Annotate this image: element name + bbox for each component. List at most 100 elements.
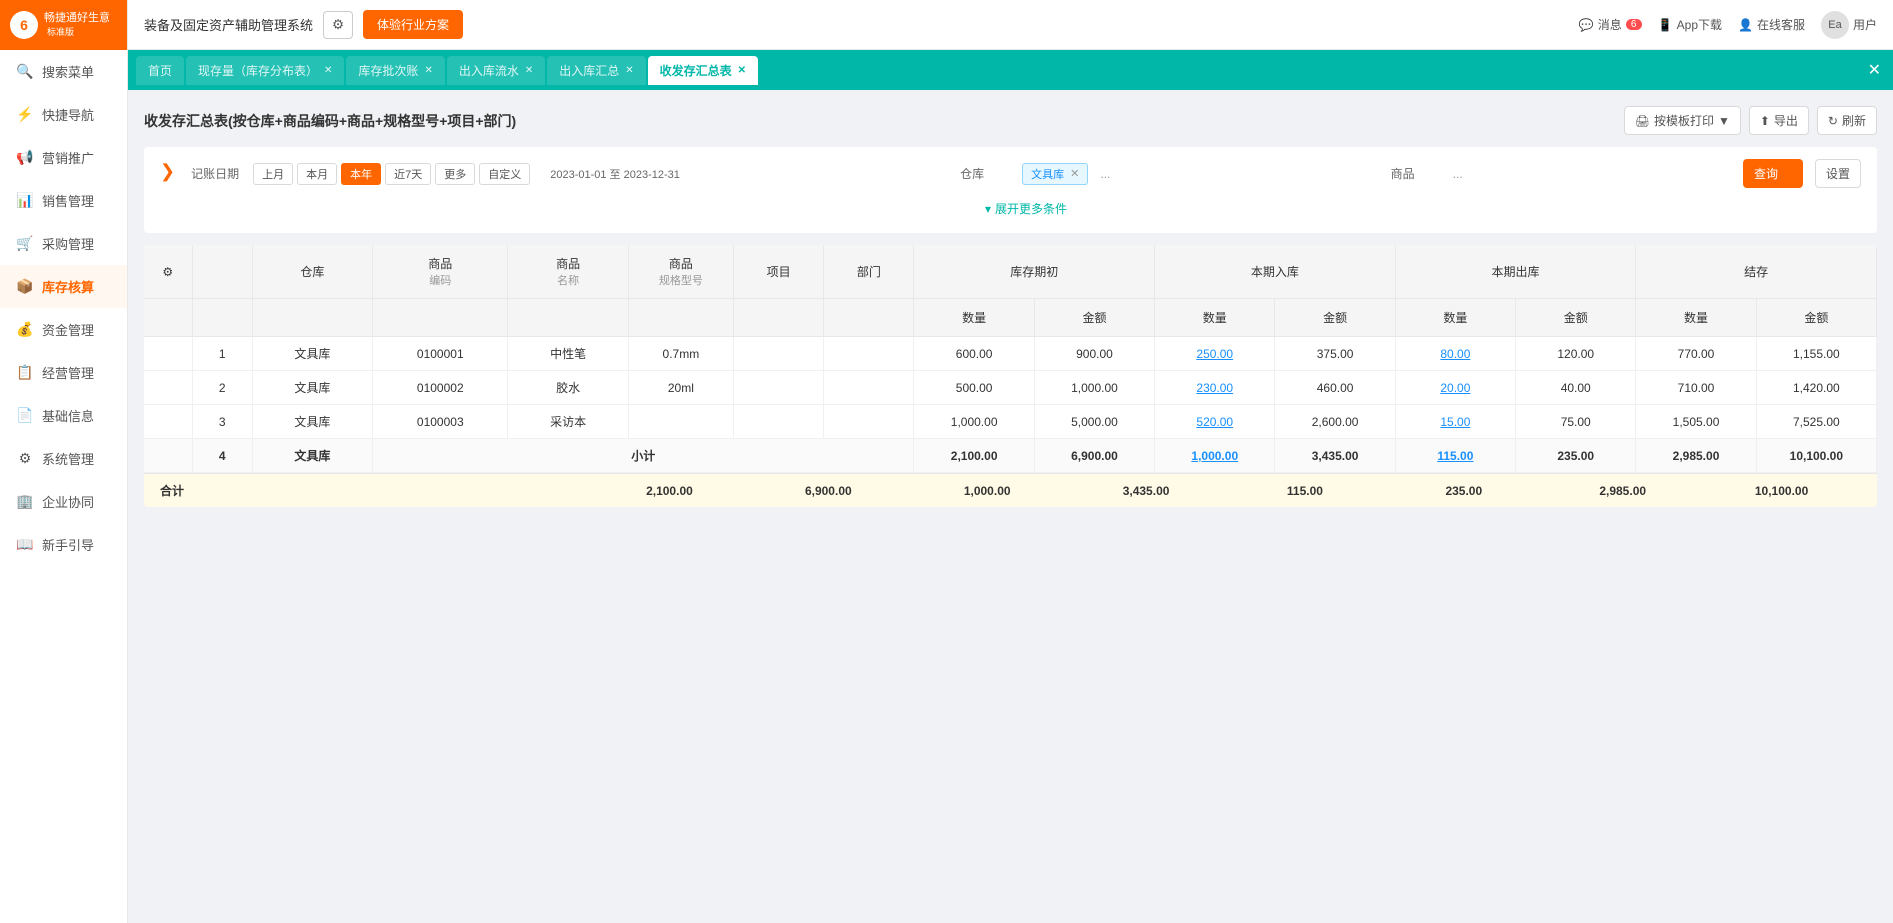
export-button[interactable]: ⬆ 导出	[1749, 106, 1809, 135]
refresh-button[interactable]: ↻ 刷新	[1817, 106, 1877, 135]
tab-inout-flow[interactable]: 出入库流水 ✕	[447, 56, 545, 85]
row-in-qty[interactable]: 230.00	[1155, 371, 1275, 405]
date-btn-last-month[interactable]: 上月	[253, 163, 293, 185]
tab-active-close-icon[interactable]: ✕	[738, 65, 746, 76]
sidebar-item-guide[interactable]: 📖 新手引导	[0, 523, 127, 566]
settings-gear-button[interactable]: ⚙	[323, 11, 353, 39]
col-sub-spec	[628, 299, 733, 337]
sidebar-item-system[interactable]: ⚙ 系统管理	[0, 437, 127, 480]
export-icon: ⬆	[1760, 114, 1770, 128]
subtotal-out-amount: 235.00	[1516, 439, 1636, 473]
sidebar-item-inventory[interactable]: 📦 库存核算	[0, 265, 127, 308]
row-out-amount: 40.00	[1516, 371, 1636, 405]
sidebar-item-label: 资金管理	[42, 320, 94, 339]
tab-inventory-dist-label: 现存量（库存分布表）	[198, 62, 318, 79]
total-label: 合计	[160, 482, 590, 499]
sidebar-item-sales[interactable]: 📊 销售管理	[0, 179, 127, 222]
col-sub-dept	[824, 299, 914, 337]
warehouse-tag-text: 文具库	[1031, 166, 1064, 182]
demo-button[interactable]: 体验行业方案	[363, 10, 463, 39]
enterprise-icon: 🏢	[16, 493, 34, 510]
row-out-qty[interactable]: 15.00	[1395, 405, 1515, 439]
sidebar-item-label: 新手引导	[42, 535, 94, 554]
avatar: Ea	[1821, 11, 1849, 39]
online-service-button[interactable]: 👤 在线客服	[1738, 16, 1805, 33]
col-out-amount-th: 金额	[1516, 299, 1636, 337]
sidebar-item-quick-nav[interactable]: ⚡ 快捷导航	[0, 93, 127, 136]
expand-label: 展开更多条件	[995, 200, 1067, 217]
row-in-qty[interactable]: 250.00	[1155, 337, 1275, 371]
tab-inventory-dist[interactable]: 现存量（库存分布表） ✕	[186, 56, 344, 85]
tab-close-icon[interactable]: ✕	[424, 65, 432, 76]
col-opening-qty-th: 数量	[914, 299, 1034, 337]
warehouse-tag-close[interactable]: ✕	[1070, 167, 1079, 180]
row-settings	[144, 371, 192, 405]
tab-close-icon[interactable]: ✕	[324, 65, 332, 76]
print-button[interactable]: 🖨 按模板打印 ▼	[1624, 106, 1741, 135]
row-in-amount: 460.00	[1275, 371, 1395, 405]
date-btn-this-year[interactable]: 本年	[341, 163, 381, 185]
sidebar-item-operation[interactable]: 📋 经营管理	[0, 351, 127, 394]
goods-ellipsis[interactable]: ...	[1453, 167, 1463, 181]
subtotal-in-qty[interactable]: 1,000.00	[1155, 439, 1275, 473]
col-name-th: 商品名称	[508, 245, 628, 299]
col-sub-settings	[144, 299, 192, 337]
col-out-th: 本期出库	[1395, 245, 1636, 299]
date-btn-this-month[interactable]: 本月	[297, 163, 337, 185]
sidebar-item-search[interactable]: 🔍 搜索菜单	[0, 50, 127, 93]
col-sub-project	[734, 299, 824, 337]
row-in-amount: 375.00	[1275, 337, 1395, 371]
table-row: 2 文具库 0100002 胶水 20ml 500.00 1,000.00 23…	[144, 371, 1877, 405]
row-in-qty[interactable]: 520.00	[1155, 405, 1275, 439]
sidebar-item-finance[interactable]: 💰 资金管理	[0, 308, 127, 351]
message-label: 消息	[1598, 16, 1622, 33]
top-bar-left: 装备及固定资产辅助管理系统 ⚙ 体验行业方案	[144, 10, 463, 39]
total-in-qty: 1,000.00	[908, 484, 1067, 498]
sidebar-item-marketing[interactable]: 📢 营销推广	[0, 136, 127, 179]
warehouse-filter-label: 仓库	[960, 165, 1010, 182]
row-name: 采访本	[508, 405, 628, 439]
row-project	[734, 371, 824, 405]
row-out-qty[interactable]: 80.00	[1395, 337, 1515, 371]
tabbar-close-icon[interactable]: ✕	[1868, 60, 1881, 80]
table-settings-button[interactable]: 设置	[1815, 159, 1861, 188]
query-button[interactable]: 查询	[1743, 159, 1803, 188]
sidebar-item-basic[interactable]: 📄 基础信息	[0, 394, 127, 437]
message-button[interactable]: 💬 消息 6	[1579, 16, 1642, 33]
row-code: 0100002	[373, 371, 508, 405]
col-num-th	[192, 245, 252, 299]
marketing-icon: 📢	[16, 149, 34, 166]
top-bar: 装备及固定资产辅助管理系统 ⚙ 体验行业方案 💬 消息 6 📱 App下载 👤 …	[128, 0, 1893, 50]
tab-home[interactable]: 首页	[136, 56, 184, 85]
warehouse-ellipsis[interactable]: ...	[1100, 167, 1110, 181]
sidebar-item-purchase[interactable]: 🛒 采购管理	[0, 222, 127, 265]
sidebar-item-enterprise[interactable]: 🏢 企业协同	[0, 480, 127, 523]
row-spec	[628, 405, 733, 439]
tab-close-icon[interactable]: ✕	[525, 65, 533, 76]
user-label: 用户	[1853, 16, 1877, 33]
app-download-button[interactable]: 📱 App下载	[1658, 16, 1722, 33]
tab-inout-summary[interactable]: 出入库汇总 ✕	[547, 56, 645, 85]
tab-close-icon[interactable]: ✕	[625, 65, 633, 76]
row-opening-qty: 600.00	[914, 337, 1034, 371]
date-btn-more[interactable]: 更多	[435, 163, 475, 185]
finance-icon: 💰	[16, 321, 34, 338]
sidebar-item-label: 企业协同	[42, 492, 94, 511]
user-button[interactable]: Ea 用户	[1821, 11, 1877, 39]
subtotal-out-qty[interactable]: 115.00	[1395, 439, 1515, 473]
search-icon: 🔍	[16, 63, 34, 80]
tab-recv-send-summary[interactable]: 收发存汇总表 ✕	[648, 56, 758, 85]
col-sub-num	[192, 299, 252, 337]
sidebar-logo: 6 畅捷通好生意 标准版	[0, 0, 127, 50]
page-header: 收发存汇总表(按仓库+商品编码+商品+规格型号+项目+部门) 🖨 按模板打印 ▼…	[144, 106, 1877, 135]
sidebar-item-label: 营销推广	[42, 148, 94, 167]
date-btn-custom[interactable]: 自定义	[479, 163, 530, 185]
row-balance-qty: 770.00	[1636, 337, 1756, 371]
expand-more-btn[interactable]: ▾ 展开更多条件	[985, 200, 1067, 217]
row-out-qty[interactable]: 20.00	[1395, 371, 1515, 405]
total-balance-qty: 2,985.00	[1543, 484, 1702, 498]
filter-expand-arrow[interactable]: ❯	[160, 161, 175, 182]
tab-batch-account[interactable]: 库存批次账 ✕	[346, 56, 444, 85]
date-btn-7days[interactable]: 近7天	[385, 163, 431, 185]
row-opening-amount: 1,000.00	[1034, 371, 1154, 405]
